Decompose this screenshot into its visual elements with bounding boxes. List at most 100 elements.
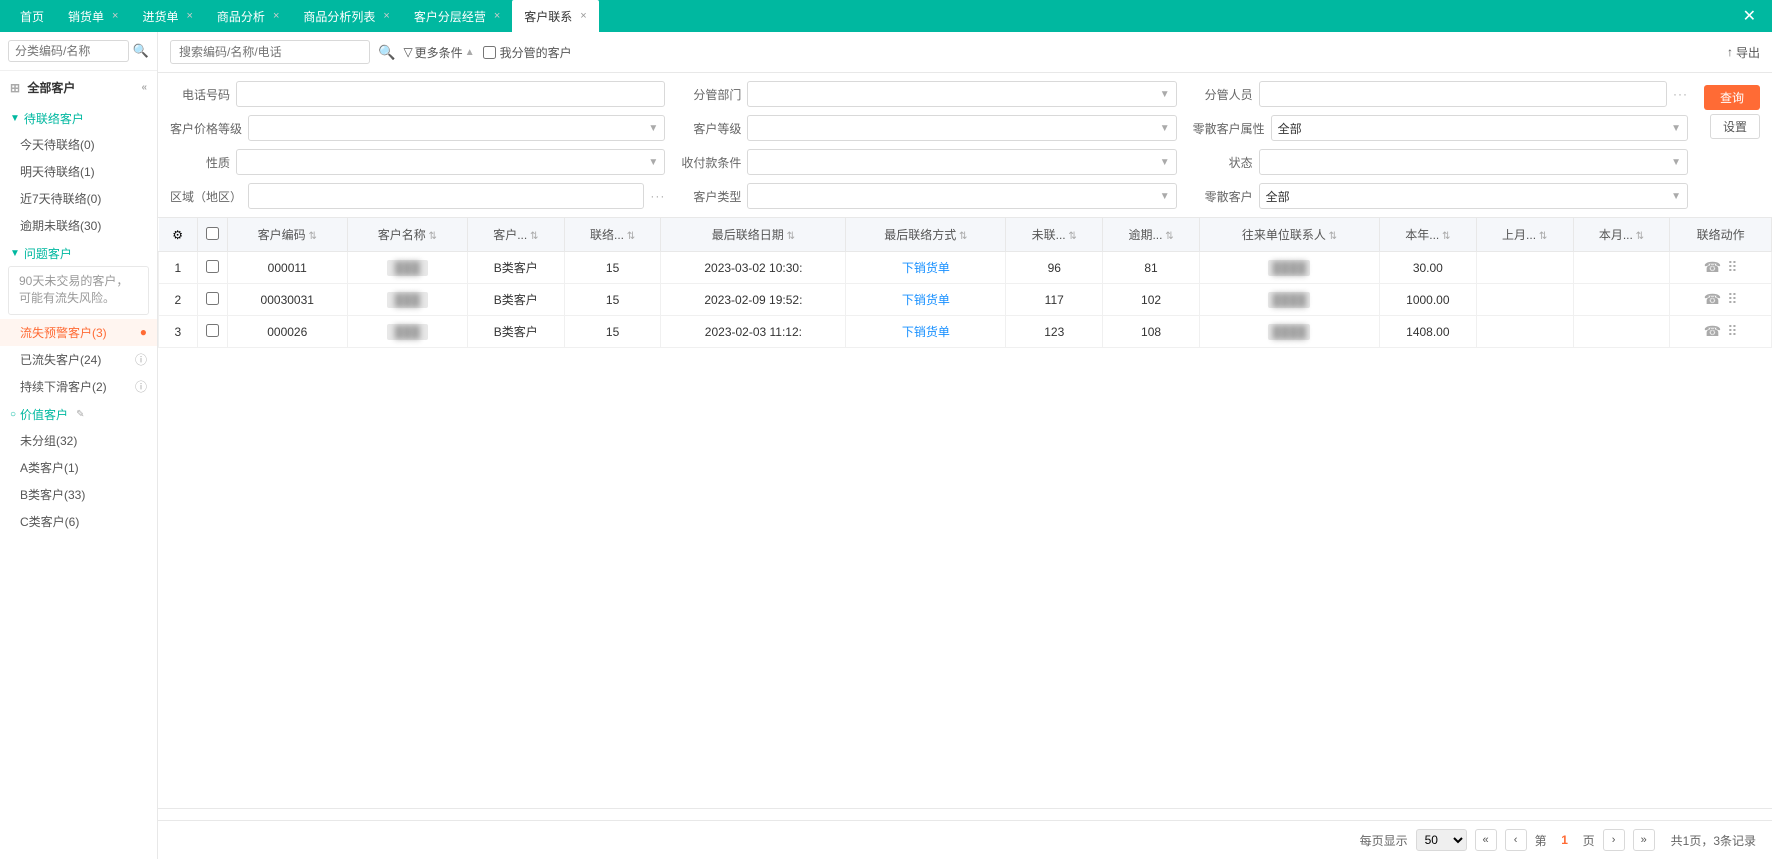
sidebar-item-7day-pending[interactable]: 近7天待联络(0) xyxy=(0,185,157,212)
sidebar-item-class-b[interactable]: B类客户(33) xyxy=(0,481,157,508)
next-page-button[interactable]: › xyxy=(1603,829,1625,851)
filter-status-select[interactable]: ▼ xyxy=(1259,149,1688,175)
more-conditions-button[interactable]: ▽ 更多条件 ▲ xyxy=(403,44,474,61)
sidebar-item-today-pending[interactable]: 今天待联络(0) xyxy=(0,131,157,158)
sidebar-item-tomorrow-pending[interactable]: 明天待联络(1) xyxy=(0,158,157,185)
filter-status-label: 状态 xyxy=(1193,154,1253,171)
sidebar-item-churned[interactable]: 已流失客户(24) ⓘ xyxy=(0,346,157,373)
row-action-more-icon[interactable]: ⠿ xyxy=(1727,259,1737,276)
price-level-dropdown-icon: ▼ xyxy=(648,123,658,134)
close-product-list-tab[interactable]: × xyxy=(383,10,389,22)
col-contact[interactable]: 联络... xyxy=(564,218,661,252)
col-no-contact[interactable]: 未联... xyxy=(1006,218,1103,252)
sidebar-group-pending[interactable]: ▼ 待联络客户 xyxy=(0,104,157,131)
row-checkbox[interactable] xyxy=(197,316,227,348)
nav-tab-product-analysis[interactable]: 商品分析 × xyxy=(205,0,291,32)
filter-bar: 🔍 ▽ 更多条件 ▲ 我分管的客户 ↑ 导出 xyxy=(158,32,1772,73)
col-this-month[interactable]: 本月... xyxy=(1573,218,1670,252)
row-code: 000011 xyxy=(227,252,347,284)
export-button[interactable]: ↑ 导出 xyxy=(1727,44,1760,61)
filter-retail-customer-select[interactable]: 全部▼ xyxy=(1259,183,1688,209)
first-page-button[interactable]: « xyxy=(1475,829,1497,851)
row-checkbox[interactable] xyxy=(197,252,227,284)
horizontal-scrollbar[interactable] xyxy=(158,808,1772,820)
row-action-contact-icon[interactable]: ☎ xyxy=(1704,323,1721,340)
sidebar-item-overdue-pending[interactable]: 逾期未联络(30) xyxy=(0,212,157,239)
col-code[interactable]: 客户编码 xyxy=(227,218,347,252)
grid-icon: ⊞ xyxy=(10,81,20,95)
my-customers-checkbox-input[interactable] xyxy=(483,46,496,59)
filter-region-select[interactable] xyxy=(248,183,644,209)
row-type: B类客户 xyxy=(467,252,564,284)
filter-dept-select[interactable]: ▼ xyxy=(747,81,1176,107)
filter-region-dots[interactable]: ··· xyxy=(650,189,665,203)
row-action-contact-icon[interactable]: ☎ xyxy=(1704,291,1721,308)
sidebar-item-class-c[interactable]: C类客户(6) xyxy=(0,508,157,535)
col-last-month[interactable]: 上月... xyxy=(1476,218,1573,252)
setting-button[interactable]: 设置 xyxy=(1710,114,1760,139)
prev-page-button[interactable]: ‹ xyxy=(1505,829,1527,851)
sidebar-search-input[interactable] xyxy=(8,40,129,62)
last-page-button[interactable]: » xyxy=(1633,829,1655,851)
main-search-button[interactable]: 🔍 xyxy=(378,44,395,61)
filter-customer-level-select[interactable]: ▼ xyxy=(747,115,1176,141)
nav-tab-product-list[interactable]: 商品分析列表 × xyxy=(291,0,401,32)
col-name[interactable]: 客户名称 xyxy=(347,218,467,252)
col-type[interactable]: 客户... xyxy=(467,218,564,252)
row-no-contact: 96 xyxy=(1006,252,1103,284)
per-page-select[interactable]: 50 20 100 xyxy=(1416,829,1467,851)
window-close-button[interactable]: ✕ xyxy=(1735,6,1764,26)
col-this-year[interactable]: 本年... xyxy=(1379,218,1476,252)
table-settings-icon[interactable]: ⚙ xyxy=(159,218,198,252)
sidebar-item-churn-warning[interactable]: 流失预警客户(3) ● xyxy=(0,319,157,346)
row-last-method[interactable]: 下销货单 xyxy=(846,252,1006,284)
nav-tab-home[interactable]: 首页 xyxy=(8,0,56,32)
select-all-checkbox[interactable] xyxy=(206,227,219,240)
col-last-contact-date[interactable]: 最后联络日期 xyxy=(661,218,846,252)
row-action-more-icon[interactable]: ⠿ xyxy=(1727,323,1737,340)
filter-nature-select[interactable]: ▼ xyxy=(236,149,665,175)
filter-customer-type-select[interactable]: ▼ xyxy=(747,183,1176,209)
filter-price-level-select[interactable]: ▼ xyxy=(248,115,665,141)
row-last-method[interactable]: 下销货单 xyxy=(846,316,1006,348)
sidebar-group-problem[interactable]: ▼ 问题客户 xyxy=(0,239,157,266)
col-unit-contact[interactable]: 往来单位联系人 xyxy=(1199,218,1379,252)
row-last-method[interactable]: 下销货单 xyxy=(846,284,1006,316)
col-last-contact-method[interactable]: 最后联络方式 xyxy=(846,218,1006,252)
data-table-area: ⚙ 客户编码 客户名称 客户... 联络... 最后联络日期 最后联络方式 未联… xyxy=(158,218,1772,808)
per-page-label: 每页显示 xyxy=(1360,832,1408,849)
sidebar-item-declining[interactable]: 持续下滑客户(2) ⓘ xyxy=(0,373,157,400)
table-row: 2 00030031 ███ B类客户 15 2023-02-09 19:52:… xyxy=(159,284,1772,316)
sidebar-item-class-a[interactable]: A类客户(1) xyxy=(0,454,157,481)
row-last-month xyxy=(1476,252,1573,284)
sidebar-search-icon[interactable]: 🔍 xyxy=(133,43,149,59)
value-edit-icon[interactable]: ✎ xyxy=(76,409,84,420)
content-area: 🔍 ▽ 更多条件 ▲ 我分管的客户 ↑ 导出 xyxy=(158,32,1772,859)
row-checkbox[interactable] xyxy=(197,284,227,316)
close-sales-tab[interactable]: × xyxy=(112,10,118,22)
close-customer-contact-tab[interactable]: × xyxy=(580,10,586,22)
filter-retail-customer-label: 零散客户 xyxy=(1193,188,1253,205)
filter-retail-attr-select[interactable]: 全部▼ xyxy=(1271,115,1688,141)
collapse-sidebar-button[interactable]: « xyxy=(141,82,147,93)
close-product-analysis-tab[interactable]: × xyxy=(273,10,279,22)
filter-manager-select[interactable] xyxy=(1259,81,1667,107)
filter-phone-label: 电话号码 xyxy=(170,86,230,103)
close-customer-tier-tab[interactable]: × xyxy=(494,10,500,22)
nav-tab-purchase[interactable]: 进货单 × xyxy=(130,0,204,32)
nav-tab-customer-tier[interactable]: 客户分层经营 × xyxy=(402,0,512,32)
query-button[interactable]: 查询 xyxy=(1704,85,1760,110)
filter-phone-input[interactable] xyxy=(236,81,665,107)
sidebar-item-ungrouped[interactable]: 未分组(32) xyxy=(0,427,157,454)
nav-tab-customer-contact[interactable]: 客户联系 × xyxy=(512,0,598,32)
my-customers-checkbox[interactable]: 我分管的客户 xyxy=(483,44,572,61)
main-search-input[interactable] xyxy=(170,40,370,64)
filter-manager-dots[interactable]: ··· xyxy=(1673,87,1688,101)
close-purchase-tab[interactable]: × xyxy=(186,10,192,22)
filter-payment-select[interactable]: ▼ xyxy=(747,149,1176,175)
row-action-more-icon[interactable]: ⠿ xyxy=(1727,291,1737,308)
nav-tab-sales[interactable]: 销货单 × xyxy=(56,0,130,32)
row-action-contact-icon[interactable]: ☎ xyxy=(1704,259,1721,276)
sidebar-group-value[interactable]: ○ 价值客户 ✎ xyxy=(0,400,157,427)
col-overdue[interactable]: 逾期... xyxy=(1103,218,1200,252)
